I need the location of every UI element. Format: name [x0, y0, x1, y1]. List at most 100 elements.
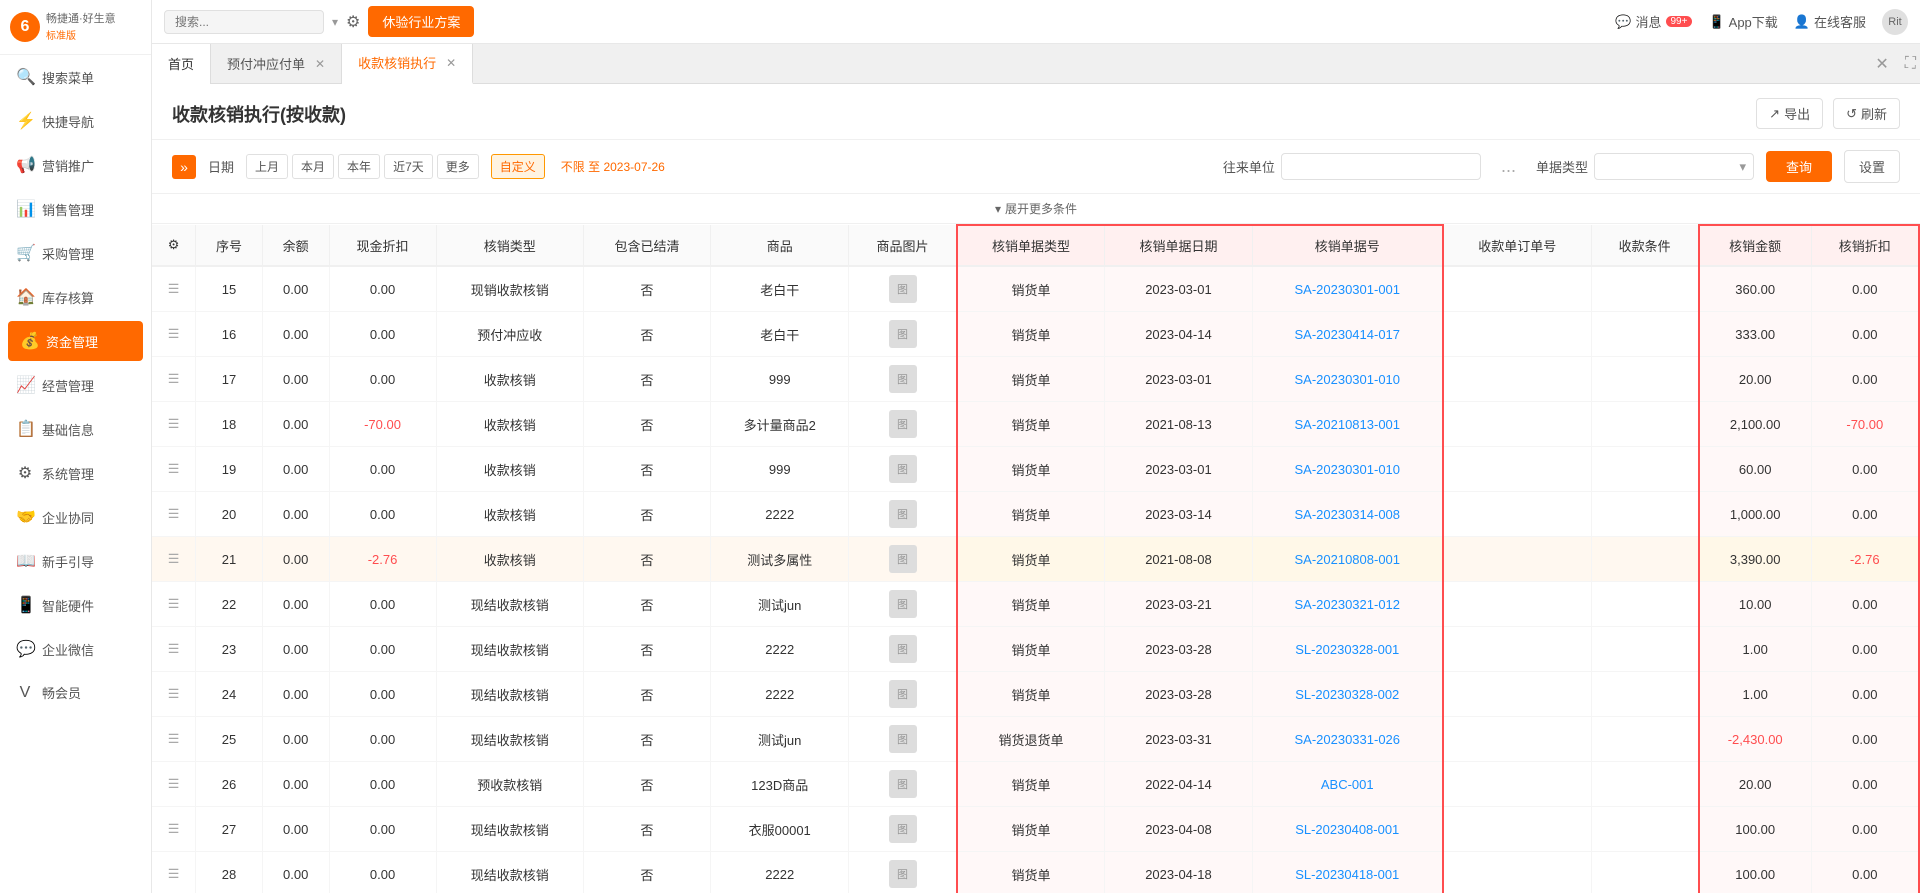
cell-10-cash_discount: 0.00	[329, 717, 436, 762]
row-settings-icon-7[interactable]: ☰	[168, 596, 180, 611]
cell-6-goods: 测试多属性	[711, 537, 849, 582]
sidebar-icon-5: 🏠	[16, 287, 34, 307]
voucher-no-link-7[interactable]: SA-20230321-012	[1294, 597, 1400, 612]
cell-4-verify_voucher_no: SA-20230301-010	[1252, 447, 1443, 492]
voucher-no-link-4[interactable]: SA-20230301-010	[1294, 462, 1400, 477]
cell-11-verify_voucher_type: 销货单	[957, 762, 1105, 807]
custom-date-btn[interactable]: 自定义	[491, 154, 545, 179]
voucher-no-link-11[interactable]: ABC-001	[1321, 777, 1374, 792]
sidebar-item-5[interactable]: 🏠 库存核算	[0, 275, 151, 319]
sidebar-item-14[interactable]: V 畅会员	[0, 671, 151, 714]
voucher-no-link-8[interactable]: SL-20230328-001	[1295, 642, 1399, 657]
row-settings-icon-2[interactable]: ☰	[168, 371, 180, 386]
online-service-label: 在线客服	[1814, 12, 1866, 31]
voucher-no-link-10[interactable]: SA-20230331-026	[1294, 732, 1400, 747]
row-settings-icon-9[interactable]: ☰	[168, 686, 180, 701]
tab-close-1[interactable]: ✕	[315, 57, 325, 71]
row-settings-icon-3[interactable]: ☰	[168, 416, 180, 431]
voucher-no-link-1[interactable]: SA-20230414-017	[1294, 327, 1400, 342]
row-settings-icon-6[interactable]: ☰	[168, 551, 180, 566]
voucher-no-link-13[interactable]: SL-20230418-001	[1295, 867, 1399, 882]
sidebar-item-0[interactable]: 🔍 搜索菜单	[0, 55, 151, 99]
filter-dots: ...	[1501, 156, 1516, 177]
cell-12-verify_voucher_date: 2023-04-08	[1105, 807, 1252, 852]
settings-icon[interactable]: ⚙	[346, 12, 360, 32]
sidebar-item-8[interactable]: 📋 基础信息	[0, 407, 151, 451]
filter-expand-btn[interactable]: »	[172, 155, 196, 179]
row-settings-icon-10[interactable]: ☰	[168, 731, 180, 746]
cell-1-verify_discount: 0.00	[1811, 312, 1919, 357]
date-btn-本年[interactable]: 本年	[338, 154, 380, 179]
sidebar-item-4[interactable]: 🛒 采购管理	[0, 231, 151, 275]
cell-2-receipt_condition	[1591, 357, 1699, 402]
tab-0[interactable]: 首页	[152, 44, 211, 84]
cell-5-goods: 2222	[711, 492, 849, 537]
sidebar-item-12[interactable]: 📱 智能硬件	[0, 583, 151, 627]
sidebar-item-3[interactable]: 📊 销售管理	[0, 187, 151, 231]
date-btn-近7天[interactable]: 近7天	[384, 154, 433, 179]
voucher-no-link-5[interactable]: SA-20230314-008	[1294, 507, 1400, 522]
app-download-btn[interactable]: 📱 App下载	[1708, 12, 1777, 31]
cell-7-cash_discount: 0.00	[329, 582, 436, 627]
mobile-icon: 📱	[1708, 14, 1724, 30]
dropdown-arrow-icon[interactable]: ▾	[332, 15, 338, 29]
sidebar-item-9[interactable]: ⚙ 系统管理	[0, 451, 151, 495]
service-icon: 👤	[1794, 14, 1810, 30]
message-btn[interactable]: 💬 消息 99+	[1615, 12, 1692, 31]
cell-9-include_settled: 否	[583, 672, 710, 717]
cell-1-balance: 0.00	[262, 312, 329, 357]
settings-col-icon[interactable]: ⚙	[168, 237, 180, 252]
voucher-type-select[interactable]	[1594, 153, 1754, 180]
cell-4-receipt_order_no	[1443, 447, 1591, 492]
row-settings-icon-1[interactable]: ☰	[168, 326, 180, 341]
cell-13-verify_voucher_no: SL-20230418-001	[1252, 852, 1443, 893]
voucher-no-link-6[interactable]: SA-20210808-001	[1294, 552, 1400, 567]
voucher-no-link-12[interactable]: SL-20230408-001	[1295, 822, 1399, 837]
expand-more-btn[interactable]: ▾ 展开更多条件	[995, 200, 1077, 217]
voucher-no-link-2[interactable]: SA-20230301-010	[1294, 372, 1400, 387]
sidebar-item-11[interactable]: 📖 新手引导	[0, 539, 151, 583]
date-btn-上月[interactable]: 上月	[246, 154, 288, 179]
sidebar-item-6[interactable]: 💰 资金管理	[8, 321, 143, 361]
online-service-btn[interactable]: 👤 在线客服	[1794, 12, 1866, 31]
row-settings-icon-12[interactable]: ☰	[168, 821, 180, 836]
voucher-no-link-0[interactable]: SA-20230301-001	[1294, 282, 1400, 297]
user-avatar[interactable]: Rit	[1882, 9, 1908, 35]
maximize-window-btn[interactable]: ⛶	[1901, 51, 1920, 77]
tab-2[interactable]: 收款核销执行✕	[342, 44, 473, 84]
row-settings-icon-11[interactable]: ☰	[168, 776, 180, 791]
cell-9-goods_image: 图	[849, 672, 957, 717]
query-btn[interactable]: 查询	[1766, 151, 1832, 182]
row-settings-icon-8[interactable]: ☰	[168, 641, 180, 656]
sidebar-item-2[interactable]: 📢 营销推广	[0, 143, 151, 187]
row-settings-icon-0[interactable]: ☰	[168, 281, 180, 296]
message-badge: 99+	[1666, 16, 1693, 27]
sidebar-icon-14: V	[16, 684, 34, 702]
tab-1[interactable]: 预付冲应付单✕	[211, 44, 342, 84]
sidebar-label-0: 搜索菜单	[42, 68, 94, 87]
sidebar-item-10[interactable]: 🤝 企业协同	[0, 495, 151, 539]
from-unit-input[interactable]	[1281, 153, 1481, 180]
date-btn-本月[interactable]: 本月	[292, 154, 334, 179]
sidebar-item-1[interactable]: ⚡ 快捷导航	[0, 99, 151, 143]
row-settings-icon-13[interactable]: ☰	[168, 866, 180, 881]
cell-10-seq: 25	[196, 717, 263, 762]
voucher-no-link-3[interactable]: SA-20210813-001	[1294, 417, 1400, 432]
export-btn[interactable]: ↗ 导出	[1756, 98, 1823, 129]
goods-image-1: 图	[889, 320, 917, 348]
row-settings-icon-5[interactable]: ☰	[168, 506, 180, 521]
industry-btn[interactable]: 休验行业方案	[368, 6, 474, 37]
close-window-btn[interactable]: ✕	[1871, 50, 1892, 78]
cell-3-verify_voucher_type: 销货单	[957, 402, 1105, 447]
voucher-no-link-9[interactable]: SL-20230328-002	[1295, 687, 1399, 702]
row-settings-icon-4[interactable]: ☰	[168, 461, 180, 476]
refresh-btn[interactable]: ↺ 刷新	[1833, 98, 1900, 129]
topbar: ▾ ⚙ 休验行业方案 💬 消息 99+ 📱 App下载 👤 在线客服 Rit	[152, 0, 1920, 44]
sidebar-item-13[interactable]: 💬 企业微信	[0, 627, 151, 671]
cell-7-receipt_order_no	[1443, 582, 1591, 627]
tab-close-2[interactable]: ✕	[446, 56, 456, 70]
filter-settings-btn[interactable]: 设置	[1844, 150, 1900, 183]
search-input[interactable]	[164, 10, 324, 34]
sidebar-item-7[interactable]: 📈 经营管理	[0, 363, 151, 407]
date-btn-更多[interactable]: 更多	[437, 154, 479, 179]
